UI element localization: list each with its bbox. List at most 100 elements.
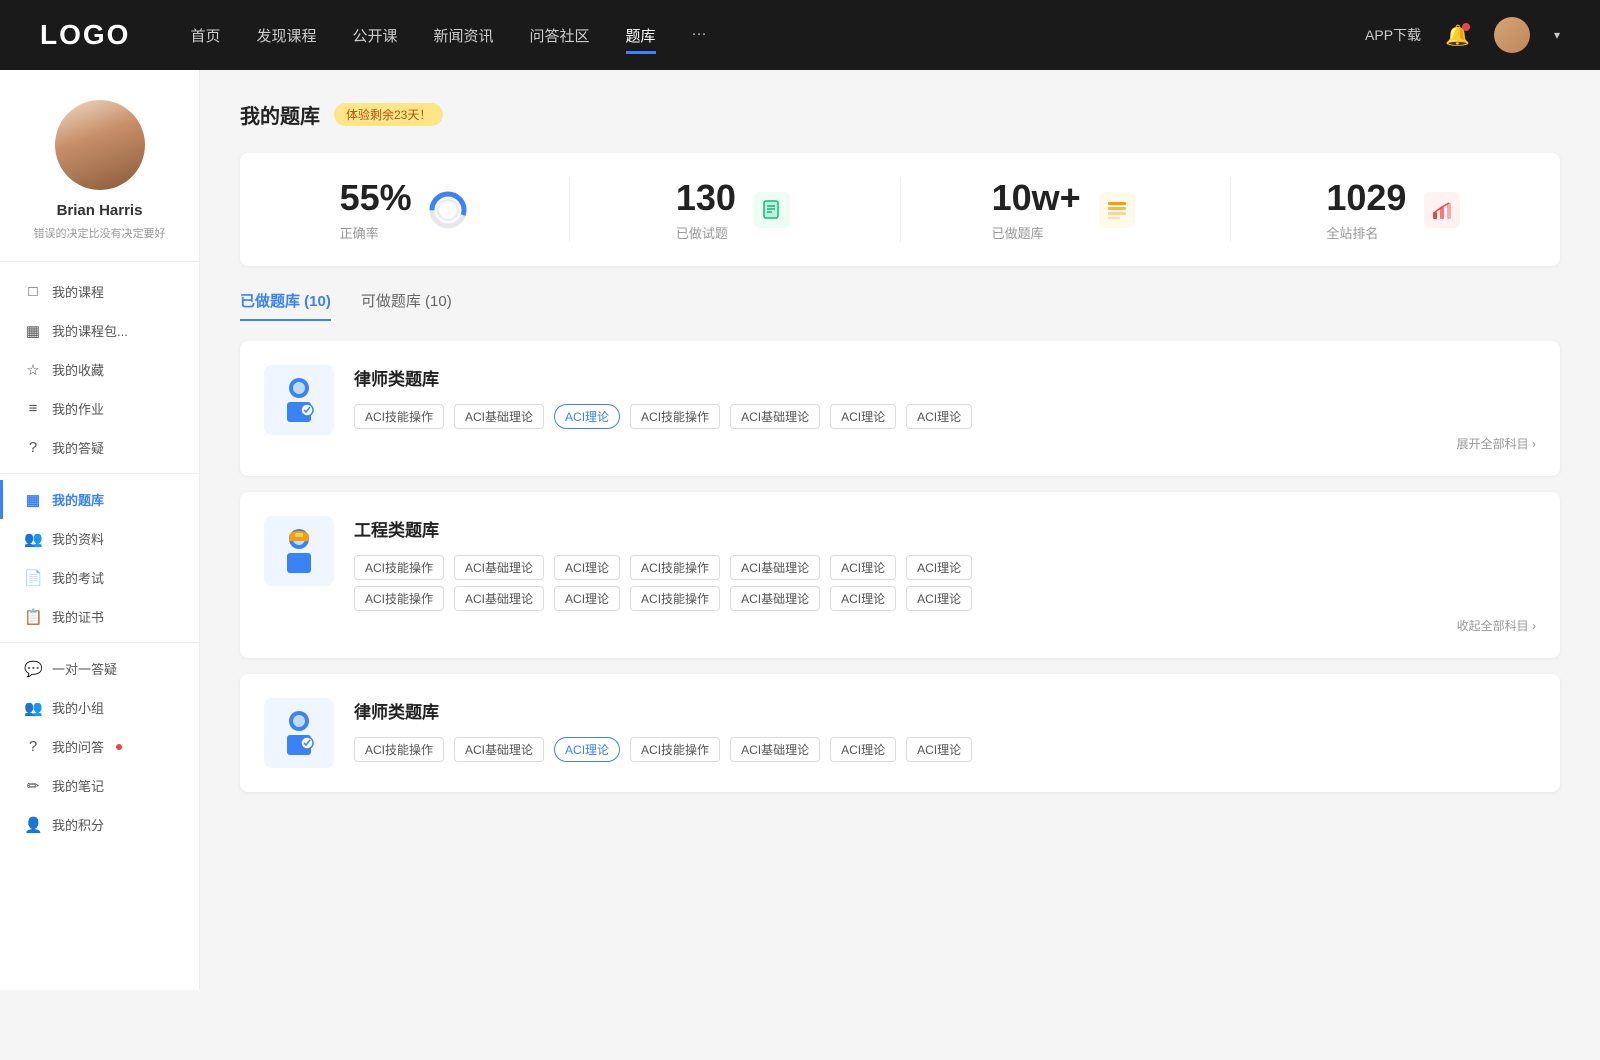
eng-tag-9[interactable]: ACI理论 [554,586,620,611]
lawyer-icon-svg-1 [275,374,323,426]
accuracy-value: 55% [340,177,412,219]
sidebar-menu: □ 我的课程 ▦ 我的课程包... ☆ 我的收藏 ≡ 我的作业 ? 我的答疑 ▦ [0,262,199,854]
eng-tag-0[interactable]: ACI技能操作 [354,555,444,580]
l2-tag-2[interactable]: ACI理论 [554,737,620,762]
profile-name: Brian Harris [57,202,143,219]
app-download[interactable]: APP下载 [1365,25,1421,45]
nav-more[interactable]: ··· [692,25,707,46]
l2-tag-3[interactable]: ACI技能操作 [630,737,720,762]
done-banks-label: 已做题库 [992,223,1081,242]
cert-icon: 📋 [24,608,42,626]
nav-qbank[interactable]: 题库 [626,25,656,46]
eng-tag-3[interactable]: ACI技能操作 [630,555,720,580]
nav-open-course[interactable]: 公开课 [352,25,397,46]
tag-4[interactable]: ACI基础理论 [730,404,820,429]
sidebar-item-my-profile[interactable]: 👥 我的资料 [0,519,199,558]
eng-tag-6[interactable]: ACI理论 [906,555,972,580]
favorites-icon: ☆ [24,361,42,379]
logo: LOGO [40,19,130,51]
nav-qa[interactable]: 问答社区 [530,25,590,46]
tag-5[interactable]: ACI理论 [830,404,896,429]
sidebar-item-my-group[interactable]: 👥 我的小组 [0,688,199,727]
tab-done[interactable]: 已做题库 (10) [240,290,331,321]
qbank-content-engineer: 工程类题库 ACI技能操作 ACI基础理论 ACI理论 ACI技能操作 ACI基… [354,516,1536,634]
eng-tag-11[interactable]: ACI基础理论 [730,586,820,611]
profile-icon: 👥 [24,530,42,548]
tag-2[interactable]: ACI理论 [554,404,620,429]
sidebar-item-my-courses[interactable]: □ 我的课程 [0,272,199,311]
user-dropdown-arrow[interactable]: ▾ [1554,28,1560,42]
group-icon: 👥 [24,699,42,717]
l2-tag-6[interactable]: ACI理论 [906,737,972,762]
notes-icon: ✏ [24,777,42,795]
sidebar-label-my-qa: 我的答疑 [52,438,104,457]
notification-bell[interactable]: 🔔 [1445,23,1470,48]
sidebar-item-one-on-one[interactable]: 💬 一对一答疑 [0,649,199,688]
sidebar-label-my-packages: 我的课程包... [52,321,128,340]
sidebar-item-my-packages[interactable]: ▦ 我的课程包... [0,311,199,350]
tag-0[interactable]: ACI技能操作 [354,404,444,429]
l2-tag-4[interactable]: ACI基础理论 [730,737,820,762]
eng-tag-7[interactable]: ACI技能操作 [354,586,444,611]
qbank-title-lawyer-2: 律师类题库 [354,698,1536,723]
packages-icon: ▦ [24,322,42,340]
navbar-right: APP下载 🔔 ▾ [1365,17,1560,53]
sidebar-label-my-exam: 我的考试 [52,568,104,587]
eng-tag-8[interactable]: ACI基础理论 [454,586,544,611]
sidebar-item-my-qa[interactable]: ? 我的答疑 [0,428,199,467]
sidebar-item-my-notes[interactable]: ✏ 我的笔记 [0,766,199,805]
notes-icon-box [754,192,790,228]
eng-tag-5[interactable]: ACI理论 [830,555,896,580]
sidebar-item-my-questions[interactable]: ? 我的问答 [0,727,199,766]
expand-lawyer-1[interactable]: 展开全部科目 › [354,435,1536,452]
done-banks-icon [1095,188,1139,232]
sidebar-label-my-cert: 我的证书 [52,607,104,626]
tag-1[interactable]: ACI基础理论 [454,404,544,429]
profile-avatar [55,100,145,190]
sidebar-item-my-points[interactable]: 👤 我的积分 [0,805,199,844]
tag-3[interactable]: ACI技能操作 [630,404,720,429]
nav-discover[interactable]: 发现课程 [256,25,316,46]
l2-tag-5[interactable]: ACI理论 [830,737,896,762]
eng-tag-13[interactable]: ACI理论 [906,586,972,611]
sidebar-divider-2 [0,642,199,643]
sidebar-item-my-qbank[interactable]: ▦ 我的题库 [0,480,199,519]
sidebar-item-my-homework[interactable]: ≡ 我的作业 [0,389,199,428]
qbank-card-engineer: 工程类题库 ACI技能操作 ACI基础理论 ACI理论 ACI技能操作 ACI基… [240,492,1560,658]
navbar: LOGO 首页 发现课程 公开课 新闻资讯 问答社区 题库 ··· APP下载 … [0,0,1600,70]
sidebar-label-my-notes: 我的笔记 [52,776,104,795]
stat-done-questions: 130 已做试题 [570,177,900,242]
stat-accuracy: 55% 正确率 [240,177,570,242]
qbank-tags-lawyer-2: ACI技能操作 ACI基础理论 ACI理论 ACI技能操作 ACI基础理论 AC… [354,737,1536,762]
sidebar-item-my-exam[interactable]: 📄 我的考试 [0,558,199,597]
eng-tag-12[interactable]: ACI理论 [830,586,896,611]
eng-tag-1[interactable]: ACI基础理论 [454,555,544,580]
qbank-card-lawyer-1: 律师类题库 ACI技能操作 ACI基础理论 ACI理论 ACI技能操作 ACI基… [240,341,1560,476]
sidebar-label-one-on-one: 一对一答疑 [52,659,117,678]
expand-engineer[interactable]: 收起全部科目 › [354,617,1536,634]
nav-home[interactable]: 首页 [190,25,220,46]
eng-tag-4[interactable]: ACI基础理论 [730,555,820,580]
avatar[interactable] [1494,17,1530,53]
sidebar-label-my-favorites: 我的收藏 [52,360,104,379]
one-on-one-icon: 💬 [24,660,42,678]
sidebar-label-my-questions: 我的问答 [52,737,104,756]
list-icon-box [1099,192,1135,228]
stat-done-banks: 10w+ 已做题库 [901,177,1231,242]
nav-news[interactable]: 新闻资讯 [434,25,494,46]
eng-tag-2[interactable]: ACI理论 [554,555,620,580]
eng-tag-10[interactable]: ACI技能操作 [630,586,720,611]
nav-links: 首页 发现课程 公开课 新闻资讯 问答社区 题库 ··· [190,25,1365,46]
sidebar-item-my-favorites[interactable]: ☆ 我的收藏 [0,350,199,389]
qbank-icon-lawyer-2 [264,698,334,768]
l2-tag-1[interactable]: ACI基础理论 [454,737,544,762]
qbank-tags-engineer-row2: ACI技能操作 ACI基础理论 ACI理论 ACI技能操作 ACI基础理论 AC… [354,586,1536,611]
l2-tag-0[interactable]: ACI技能操作 [354,737,444,762]
sidebar-item-my-cert[interactable]: 📋 我的证书 [0,597,199,636]
tag-6[interactable]: ACI理论 [906,404,972,429]
tabs: 已做题库 (10) 可做题库 (10) [240,290,1560,321]
stats-card: 55% 正确率 130 已做试题 [240,153,1560,266]
page-header: 我的题库 体验剩余23天！ [240,100,1560,129]
tab-todo[interactable]: 可做题库 (10) [361,290,452,321]
profile-avatar-image [55,100,145,190]
